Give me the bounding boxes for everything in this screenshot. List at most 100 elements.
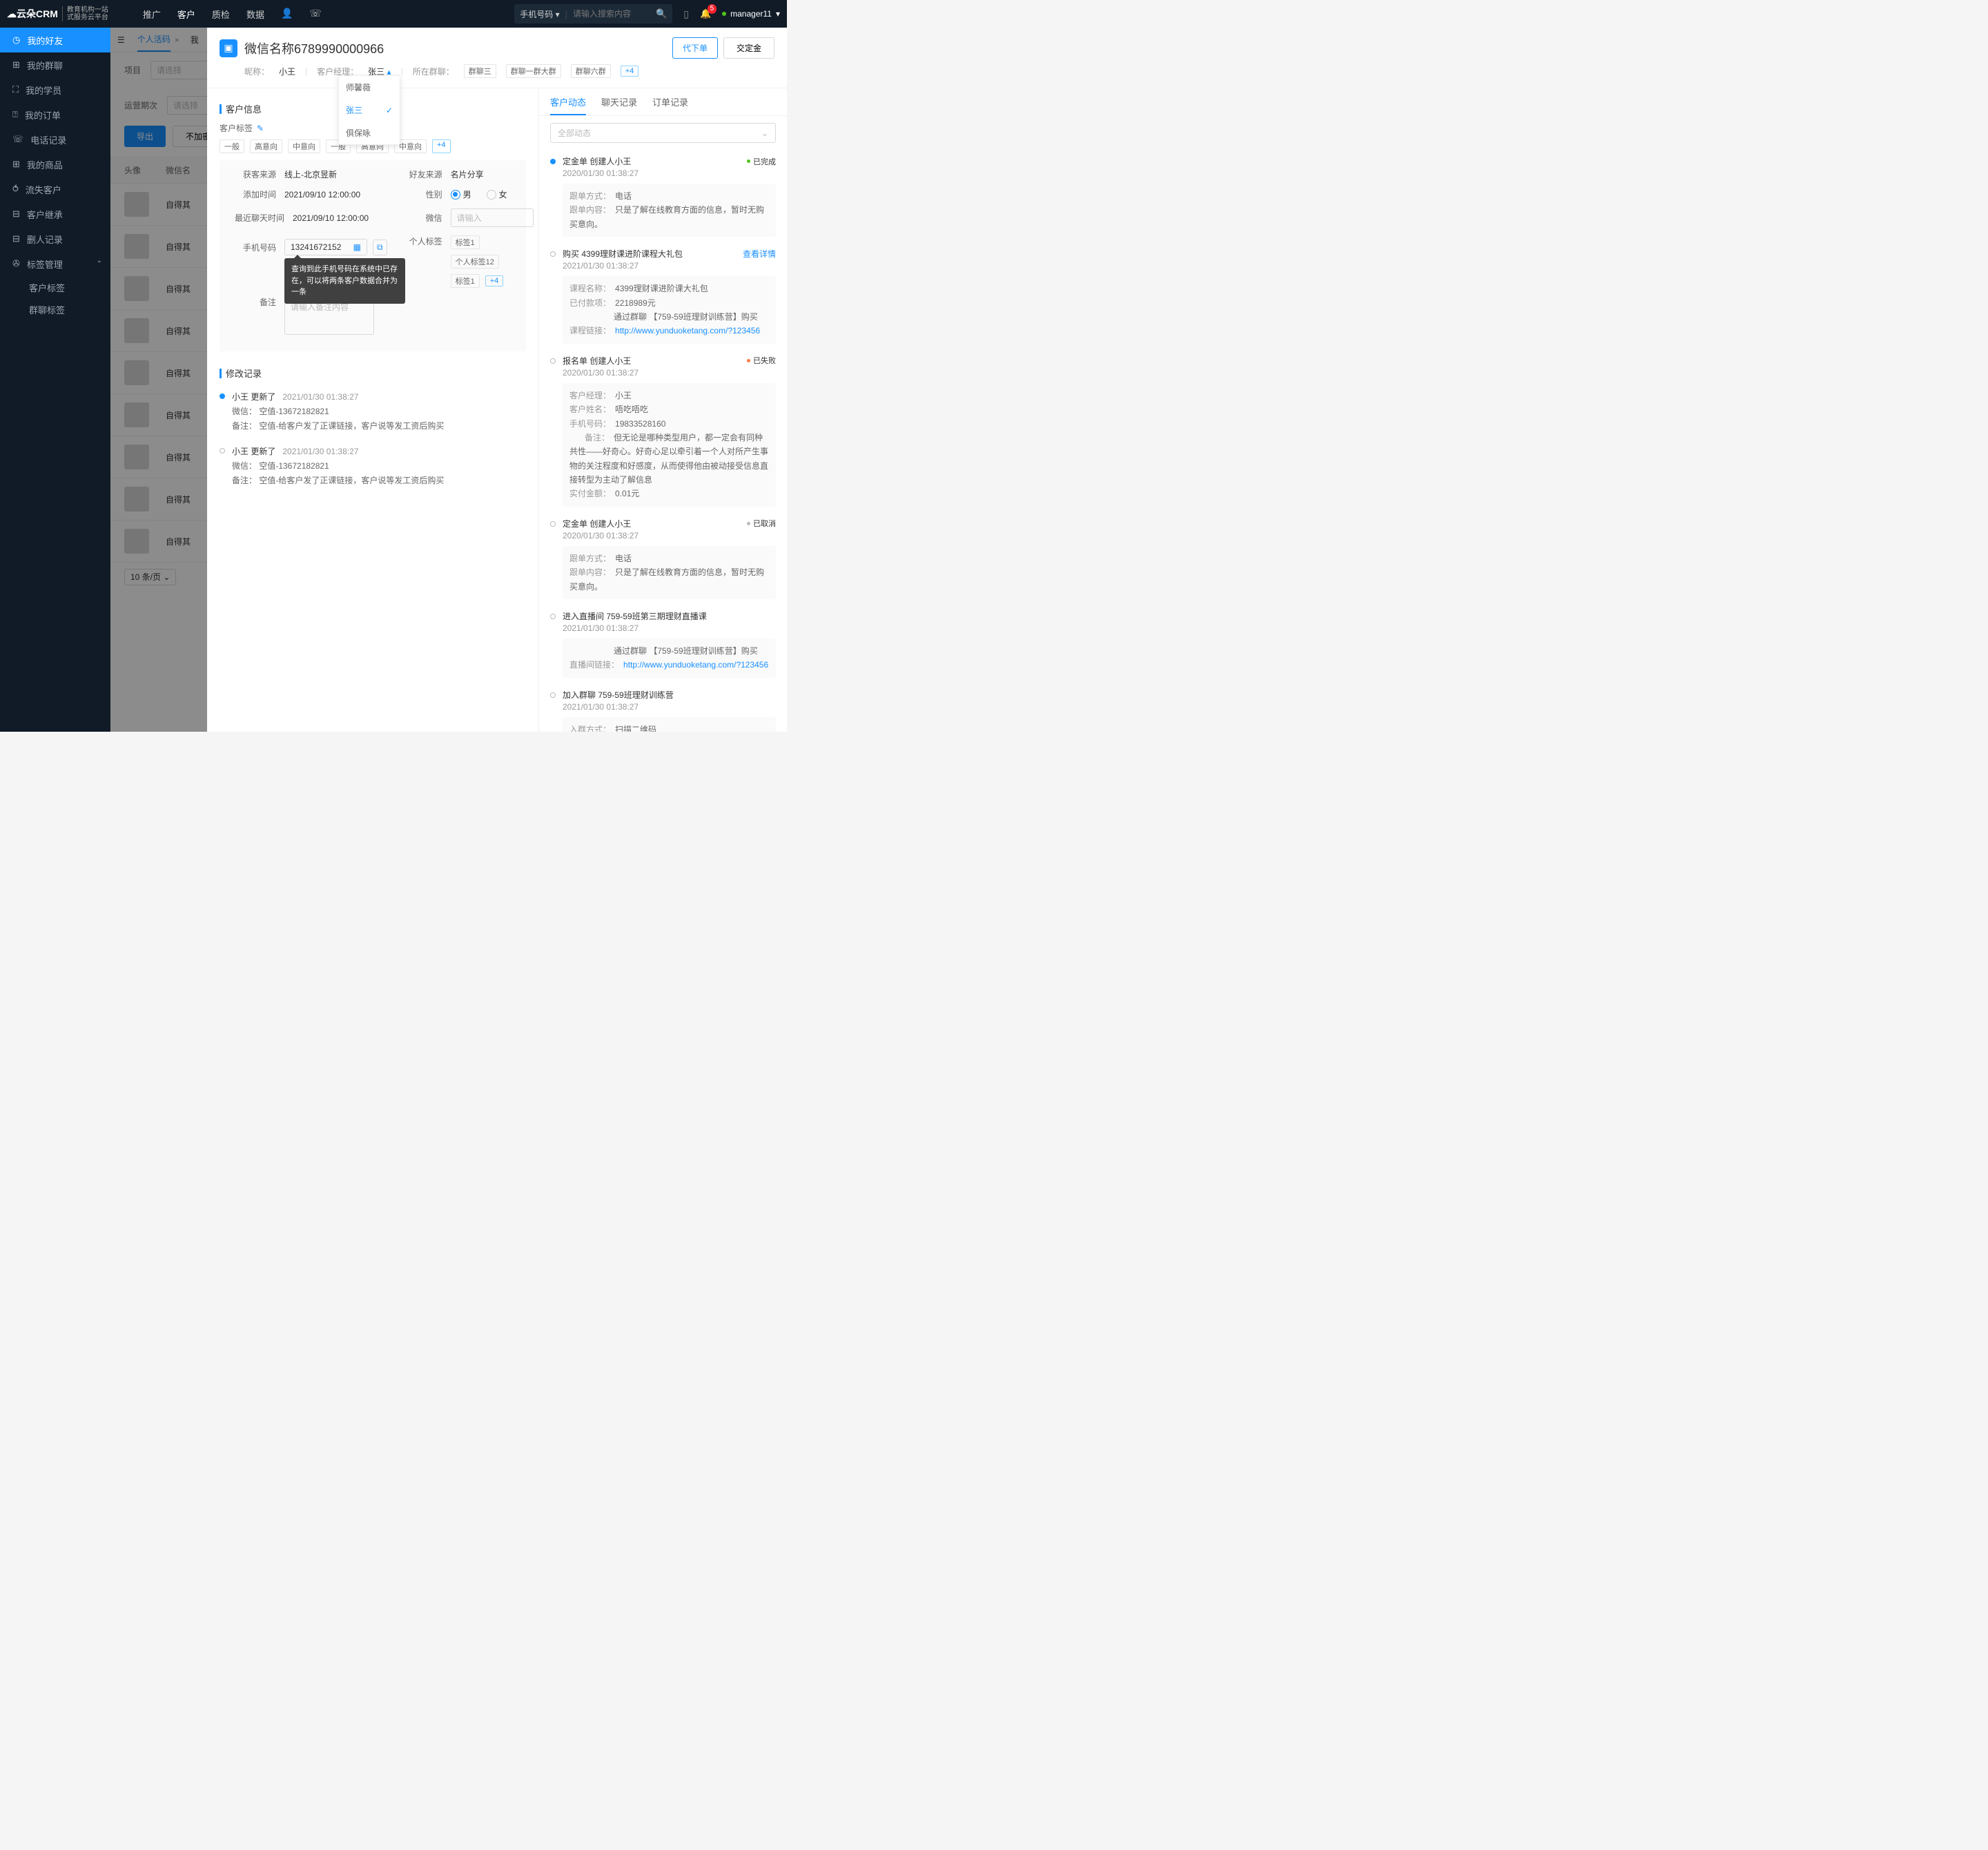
timeline-timestamp: 2021/01/30 01:38:27 bbox=[563, 261, 776, 271]
radio-male[interactable]: 男 bbox=[451, 188, 471, 200]
proxy-order-button[interactable]: 代下单 bbox=[672, 37, 718, 59]
modlog-item: 小王 更新了2021/01/30 01:38:27 微信： 空值-1367218… bbox=[220, 387, 526, 441]
timeline-timestamp: 2021/01/30 01:38:27 bbox=[563, 702, 776, 712]
tag-chip[interactable]: 高意向 bbox=[250, 139, 282, 153]
logo-subtitle: 教育机构一站 式服务云平台 bbox=[62, 6, 108, 21]
groups-label: 所在群聊： bbox=[413, 66, 454, 77]
nav-qc[interactable]: 质检 bbox=[212, 8, 230, 21]
username: manager11 bbox=[730, 9, 772, 19]
drawer-right: 客户动态 聊天记录 订单记录 全部动态⌄ 定金单 创建人小王已完成 2020/0… bbox=[538, 88, 787, 732]
notif-badge: 5 bbox=[708, 4, 717, 14]
nick-label: 昵称： bbox=[244, 66, 269, 77]
mgr-option-selected[interactable]: 张三✓ bbox=[339, 99, 400, 121]
edit-icon[interactable]: ✎ bbox=[257, 124, 264, 133]
timeline-item: 定金单 创建人小王已取消 2020/01/30 01:38:27 跟单方式：电话… bbox=[550, 512, 776, 605]
notification-bell[interactable]: 🔔 5 bbox=[700, 8, 711, 19]
tag-chip[interactable]: 中意向 bbox=[288, 139, 320, 153]
sidebar-sub-customer-tags[interactable]: 客户标签 bbox=[0, 276, 110, 298]
sidebar-sub-group-tags[interactable]: 群聊标签 bbox=[0, 298, 110, 320]
sidebar-item-tag-mgmt[interactable]: ✇标签管理⌃ bbox=[0, 251, 110, 276]
modlog-line: 备注： 空值-给客户发了正课链接，客户说等发工资后购买 bbox=[232, 420, 444, 431]
ptag-chip[interactable]: 标签1 bbox=[451, 274, 480, 288]
customer-drawer: ▣ 微信名称6789990000966 代下单 交定金 昵称： 小王 | 客户经… bbox=[207, 28, 787, 732]
timeline-detail: 入群方式：扫描二维码 bbox=[563, 717, 776, 732]
modlog-head: 小王 更新了2021/01/30 01:38:27 bbox=[232, 445, 444, 457]
timeline-status: 已完成 bbox=[747, 155, 776, 167]
grid-icon[interactable]: ▦ bbox=[353, 242, 361, 252]
group-chip[interactable]: 群聊六群 bbox=[571, 64, 611, 78]
sidebar-item-delete-log[interactable]: ⊟删人记录 bbox=[0, 226, 110, 251]
modlog-line: 微信： 空值-13672182821 bbox=[232, 460, 444, 471]
person-icon[interactable]: 👤 bbox=[281, 8, 293, 21]
tab-chatlog[interactable]: 聊天记录 bbox=[601, 95, 637, 115]
timeline-item: 定金单 创建人小王已完成 2020/01/30 01:38:27 跟单方式：电话… bbox=[550, 150, 776, 242]
drawer-actions: 代下单 交定金 bbox=[672, 37, 774, 59]
info-form: 获客来源线上-北京昱新 好友来源名片分享 添加时间2021/09/10 12:0… bbox=[220, 160, 526, 351]
sidebar-item-my-friends[interactable]: ◷我的好友 bbox=[0, 28, 110, 52]
search-type[interactable]: 手机号码 ▾ bbox=[514, 8, 565, 20]
wechat-input[interactable]: 请输入 bbox=[451, 208, 534, 227]
cloud-icon: ☁ bbox=[7, 8, 17, 20]
activity-filter: 全部动态⌄ bbox=[539, 116, 787, 150]
timeline-title: 定金单 创建人小王 bbox=[563, 155, 631, 167]
mobile-icon[interactable]: ▯ bbox=[683, 8, 689, 20]
search-icon[interactable]: 🔍 bbox=[650, 8, 672, 19]
tag-more[interactable]: +4 bbox=[432, 139, 451, 153]
sidebar: ◷我的好友 ⊞我的群聊 ⛶我的学员 ⍰我的订单 ☏电话记录 ⊞我的商品 ⥀流失客… bbox=[0, 28, 110, 732]
ptag-chip[interactable]: 标签1 bbox=[451, 235, 480, 249]
logo-text: 云朵CRM bbox=[17, 7, 58, 21]
link[interactable]: http://www.yunduoketang.com/?123456 bbox=[615, 326, 760, 335]
timeline-detail: 客户经理：小王客户姓名：唔吃唔吃手机号码：19833528160备注：但无论是哪… bbox=[563, 383, 776, 507]
sidebar-item-my-groups[interactable]: ⊞我的群聊 bbox=[0, 52, 110, 77]
tab-activity[interactable]: 客户动态 bbox=[550, 95, 586, 115]
mgr-option[interactable]: 师馨薇 bbox=[339, 76, 400, 99]
group-chip[interactable]: 群聊一群大群 bbox=[506, 64, 561, 78]
logo: ☁ 云朵CRM 教育机构一站 式服务云平台 bbox=[7, 6, 108, 21]
deposit-button[interactable]: 交定金 bbox=[723, 37, 774, 59]
ptag-more[interactable]: +4 bbox=[485, 275, 504, 286]
global-search: 手机号码 ▾ | 🔍 bbox=[514, 4, 672, 23]
tab-orders[interactable]: 订单记录 bbox=[652, 95, 688, 115]
drawer-title: 微信名称6789990000966 bbox=[244, 39, 665, 57]
timeline-dot bbox=[220, 448, 225, 454]
ptag-chip[interactable]: 个人标签12 bbox=[451, 255, 499, 269]
sidebar-item-my-products[interactable]: ⊞我的商品 bbox=[0, 152, 110, 177]
timeline-detail: 跟单方式：电话跟单内容：只是了解在线教育方面的信息，暂时无购买意向。 bbox=[563, 184, 776, 237]
status-dot bbox=[722, 12, 726, 16]
search-input[interactable] bbox=[567, 9, 650, 19]
tag-chip[interactable]: 一般 bbox=[220, 139, 244, 153]
group-chip[interactable]: 群聊三 bbox=[464, 64, 496, 78]
timeline-title: 加入群聊 759-59班理财训练营 bbox=[563, 689, 674, 701]
sidebar-item-lost-customers[interactable]: ⥀流失客户 bbox=[0, 177, 110, 202]
radio-female[interactable]: 女 bbox=[487, 188, 507, 200]
timeline-dot bbox=[550, 251, 556, 257]
phone-input[interactable]: 13241672152 ▦ bbox=[284, 239, 367, 255]
timeline-dot bbox=[220, 393, 225, 399]
top-nav: 推广 客户 质检 数据 👤 ☏ bbox=[143, 8, 322, 21]
drawer-subheader: 昵称： 小王 | 客户经理： 张三 ▴ | 所在群聊： 群聊三 群聊一群大群 群… bbox=[207, 59, 787, 88]
sidebar-item-call-log[interactable]: ☏电话记录 bbox=[0, 127, 110, 152]
nav-promo[interactable]: 推广 bbox=[143, 8, 161, 21]
nav-customer[interactable]: 客户 bbox=[177, 8, 195, 21]
sidebar-item-my-orders[interactable]: ⍰我的订单 bbox=[0, 102, 110, 127]
timeline-item: 购买 4399理财课进阶课程大礼包查看详情 2021/01/30 01:38:2… bbox=[550, 242, 776, 349]
copy-icon[interactable]: ⧉ bbox=[373, 240, 387, 255]
nav-data[interactable]: 数据 bbox=[246, 8, 264, 21]
link[interactable]: http://www.yunduoketang.com/?123456 bbox=[623, 660, 768, 670]
activity-filter-select[interactable]: 全部动态⌄ bbox=[550, 123, 776, 143]
phone-tooltip: 查询到此手机号码在系统中已存在，可以将两条客户数据合并为一条 bbox=[284, 258, 405, 304]
timeline-item: 进入直播间 759-59班第三期理财直播课 2021/01/30 01:38:2… bbox=[550, 605, 776, 683]
drawer-body: 客户信息 客户标签 ✎ 一般 高意向 中意向 一般 高意向 中意向 +4 获客来… bbox=[207, 88, 787, 732]
group-more[interactable]: +4 bbox=[621, 66, 639, 77]
phone-icon[interactable]: ☏ bbox=[309, 8, 322, 21]
mgr-option[interactable]: 俱保咏 bbox=[339, 121, 400, 144]
user-menu[interactable]: manager11 ▾ bbox=[722, 9, 780, 19]
chevron-up-icon: ⌃ bbox=[97, 260, 102, 268]
view-detail-link[interactable]: 查看详情 bbox=[743, 248, 776, 260]
timeline-title: 报名单 创建人小王 bbox=[563, 355, 631, 367]
sidebar-item-my-students[interactable]: ⛶我的学员 bbox=[0, 77, 110, 102]
sidebar-item-customer-inherit[interactable]: ⊟客户继承 bbox=[0, 202, 110, 226]
timeline-status: 已取消 bbox=[747, 518, 776, 529]
modlog-line: 微信： 空值-13672182821 bbox=[232, 405, 444, 417]
activity-timeline: 定金单 创建人小王已完成 2020/01/30 01:38:27 跟单方式：电话… bbox=[539, 150, 787, 732]
